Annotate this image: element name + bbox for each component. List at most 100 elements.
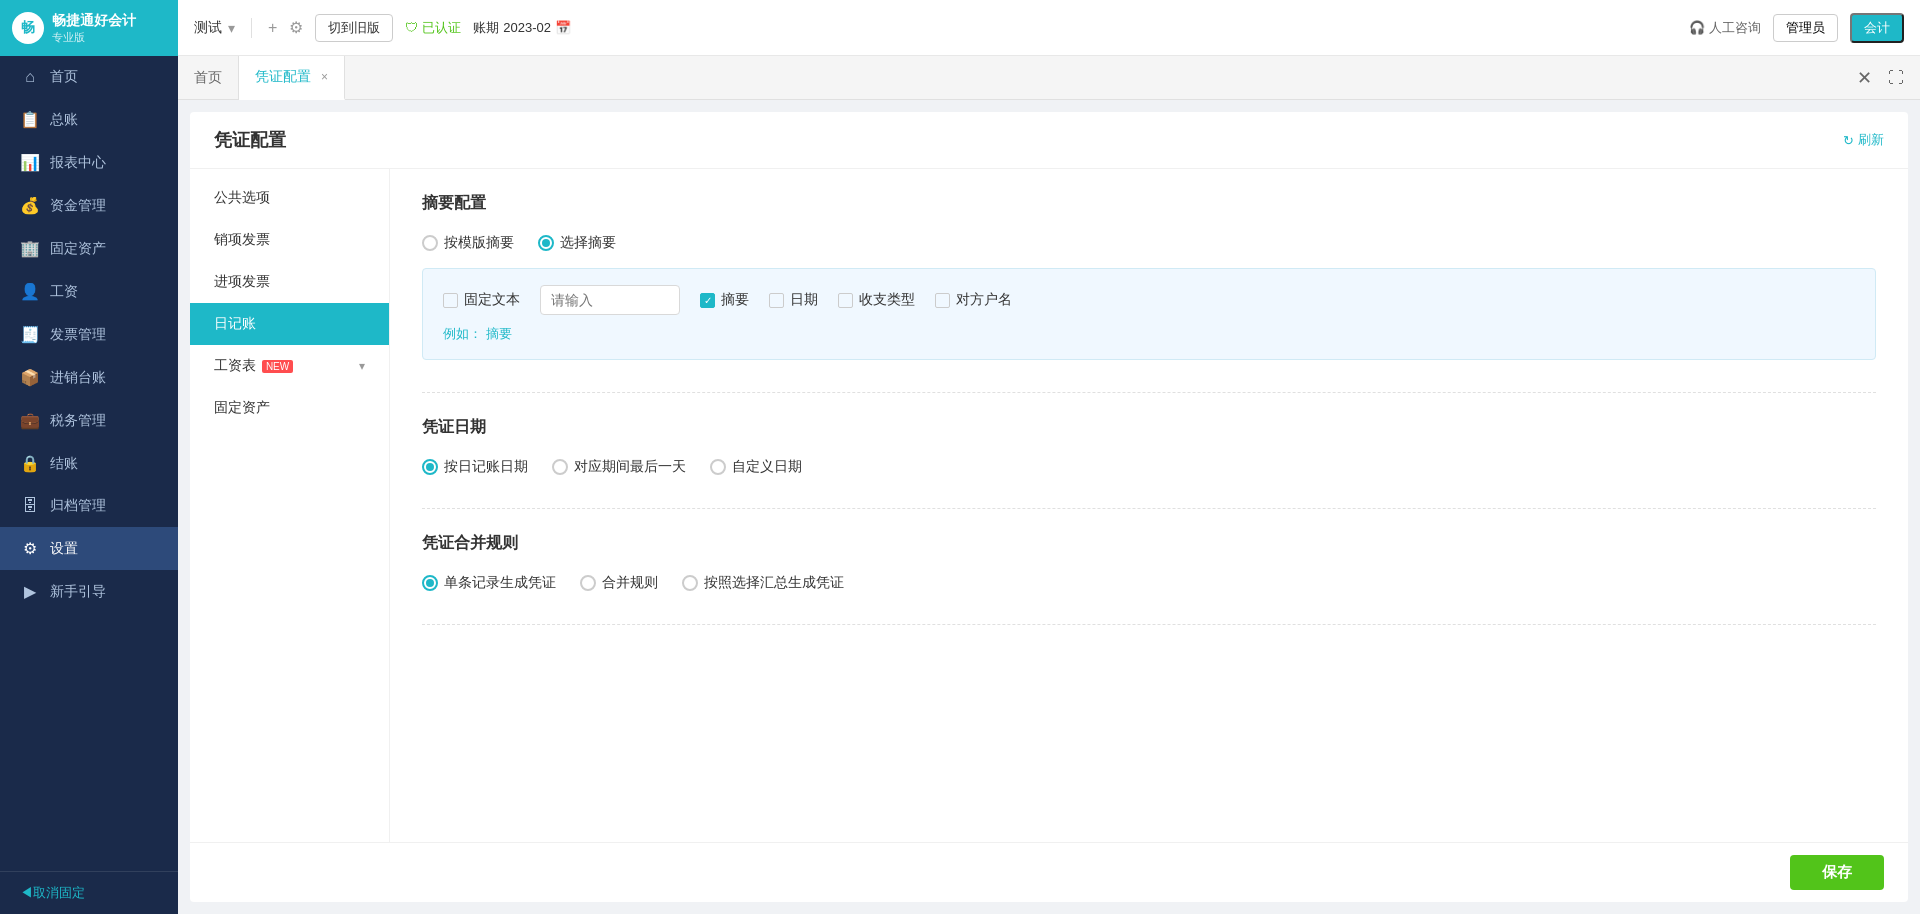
sidebar-item-closing[interactable]: 🔒 结账 — [0, 442, 178, 485]
settings-icon[interactable]: ⚙ — [289, 18, 303, 37]
sidebar-item-reports[interactable]: 📊 报表中心 — [0, 141, 178, 184]
archive-icon: 🗄 — [20, 497, 40, 515]
merge-rule-title: 凭证合并规则 — [422, 533, 1876, 554]
abstract-config-section: 摘要配置 按模版摘要 选择摘要 — [422, 193, 1876, 360]
project-name: 测试 — [194, 19, 222, 37]
radio-circle-summary — [682, 575, 698, 591]
checkbox-fixed-label: 固定文本 — [464, 291, 520, 309]
service-button[interactable]: 🎧 人工咨询 — [1689, 19, 1761, 37]
closing-icon: 🔒 — [20, 454, 40, 473]
refresh-label: 刷新 — [1858, 131, 1884, 149]
radio-summary[interactable]: 按照选择汇总生成凭证 — [682, 574, 844, 592]
sidebar-item-ledger[interactable]: 📋 总账 — [0, 98, 178, 141]
checkbox-income-label: 收支类型 — [859, 291, 915, 309]
sidebar-item-label: 发票管理 — [50, 326, 106, 344]
checkbox-abstract[interactable]: ✓ 摘要 — [700, 291, 749, 309]
radio-custom-date[interactable]: 自定义日期 — [710, 458, 802, 476]
sidebar-item-home[interactable]: ⌂ 首页 — [0, 56, 178, 98]
page-footer: 保存 — [190, 842, 1908, 902]
radio-last-day[interactable]: 对应期间最后一天 — [552, 458, 686, 476]
example-label: 例如： — [443, 326, 482, 341]
voucher-date-radio-group: 按日记账日期 对应期间最后一天 自定义日期 — [422, 458, 1876, 476]
checkbox-box-income — [838, 293, 853, 308]
calendar-icon: 📅 — [555, 20, 571, 35]
nav-item-payroll[interactable]: 工资表 NEW ▾ — [190, 345, 389, 387]
tab-close-icon[interactable]: × — [321, 70, 328, 84]
refresh-icon: ↻ — [1843, 133, 1854, 148]
sales-icon: 📦 — [20, 368, 40, 387]
sidebar-item-archive[interactable]: 🗄 归档管理 — [0, 485, 178, 527]
sidebar-item-label: 资金管理 — [50, 197, 106, 215]
checkbox-box-date — [769, 293, 784, 308]
switch-version-button[interactable]: 切到旧版 — [315, 14, 393, 42]
refresh-button[interactable]: ↻ 刷新 — [1843, 131, 1884, 149]
radio-select-label: 选择摘要 — [560, 234, 616, 252]
tab-voucher-config[interactable]: 凭证配置 × — [239, 56, 345, 100]
sidebar-item-salary[interactable]: 👤 工资 — [0, 270, 178, 313]
radio-merge-rule[interactable]: 合并规则 — [580, 574, 658, 592]
page-title: 凭证配置 — [214, 128, 286, 152]
new-badge: NEW — [262, 360, 293, 373]
checkbox-counterparty[interactable]: 对方户名 — [935, 291, 1012, 309]
radio-single-label: 单条记录生成凭证 — [444, 574, 556, 592]
nav-item-sales-invoice[interactable]: 销项发票 — [190, 219, 389, 261]
radio-last-day-label: 对应期间最后一天 — [574, 458, 686, 476]
nav-item-fixed-assets[interactable]: 固定资产 — [190, 387, 389, 429]
sidebar-pin-toggle[interactable]: ◀取消固定 — [0, 871, 178, 914]
period-selector[interactable]: 账期 2023-02 📅 — [473, 19, 571, 37]
nav-item-purchase-invoice[interactable]: 进项发票 — [190, 261, 389, 303]
shield-icon: 🛡 — [405, 20, 418, 35]
salary-icon: 👤 — [20, 282, 40, 301]
radio-journal-date-label: 按日记账日期 — [444, 458, 528, 476]
radio-circle-template — [422, 235, 438, 251]
sidebar-item-label: 新手引导 — [50, 583, 106, 601]
project-selector[interactable]: 测试 ▾ — [194, 19, 235, 37]
radio-dot-journal — [426, 463, 434, 471]
example-text: 例如： 摘要 — [443, 325, 1855, 343]
home-icon: ⌂ — [20, 68, 40, 86]
sidebar-item-funds[interactable]: 💰 资金管理 — [0, 184, 178, 227]
radio-template-abstract[interactable]: 按模版摘要 — [422, 234, 514, 252]
topbar-right: 🎧 人工咨询 管理员 会计 — [1689, 13, 1904, 43]
radio-summary-label: 按照选择汇总生成凭证 — [704, 574, 844, 592]
close-window-button[interactable]: ✕ — [1853, 63, 1876, 93]
tax-icon: 💼 — [20, 411, 40, 430]
add-icon[interactable]: + — [268, 19, 277, 37]
reports-icon: 📊 — [20, 153, 40, 172]
nav-item-journal[interactable]: 日记账 — [190, 303, 389, 345]
sidebar-item-tax[interactable]: 💼 税务管理 — [0, 399, 178, 442]
check-icon: ✓ — [704, 295, 712, 306]
save-button[interactable]: 保存 — [1790, 855, 1884, 890]
sidebar-item-invoice[interactable]: 🧾 发票管理 — [0, 313, 178, 356]
radio-single-record[interactable]: 单条记录生成凭证 — [422, 574, 556, 592]
expand-button[interactable]: ⛶ — [1884, 65, 1908, 91]
admin-button[interactable]: 管理员 — [1773, 14, 1838, 42]
period-label: 账期 — [473, 19, 499, 37]
radio-dot-select — [542, 239, 550, 247]
checkbox-box-abstract: ✓ — [700, 293, 715, 308]
radio-circle-merge — [580, 575, 596, 591]
divider-merge-end — [422, 624, 1876, 625]
nav-item-public[interactable]: 公共选项 — [190, 177, 389, 219]
example-value: 摘要 — [486, 326, 512, 341]
checkbox-date-label: 日期 — [790, 291, 818, 309]
checkbox-date[interactable]: 日期 — [769, 291, 818, 309]
tab-voucher-config-label: 凭证配置 — [255, 68, 311, 86]
radio-journal-date[interactable]: 按日记账日期 — [422, 458, 528, 476]
radio-merge-label: 合并规则 — [602, 574, 658, 592]
divider-abstract-date — [422, 392, 1876, 393]
page-body: 公共选项 销项发票 进项发票 日记账 工资表 NEW — [190, 169, 1908, 842]
sidebar-item-guide[interactable]: ▶ 新手引导 — [0, 570, 178, 613]
checkbox-income-type[interactable]: 收支类型 — [838, 291, 915, 309]
checkbox-fixed-text[interactable]: 固定文本 — [443, 291, 520, 309]
dropdown-icon: ▾ — [228, 20, 235, 36]
assets-icon: 🏢 — [20, 239, 40, 258]
tab-home[interactable]: 首页 — [178, 56, 239, 100]
role-button[interactable]: 会计 — [1850, 13, 1904, 43]
sidebar-item-assets[interactable]: 🏢 固定资产 — [0, 227, 178, 270]
sidebar-item-sales[interactable]: 📦 进销台账 — [0, 356, 178, 399]
radio-select-abstract[interactable]: 选择摘要 — [538, 234, 616, 252]
fixed-text-input[interactable] — [540, 285, 680, 315]
sidebar-item-settings[interactable]: ⚙ 设置 — [0, 527, 178, 570]
pin-label: ◀取消固定 — [20, 884, 85, 902]
